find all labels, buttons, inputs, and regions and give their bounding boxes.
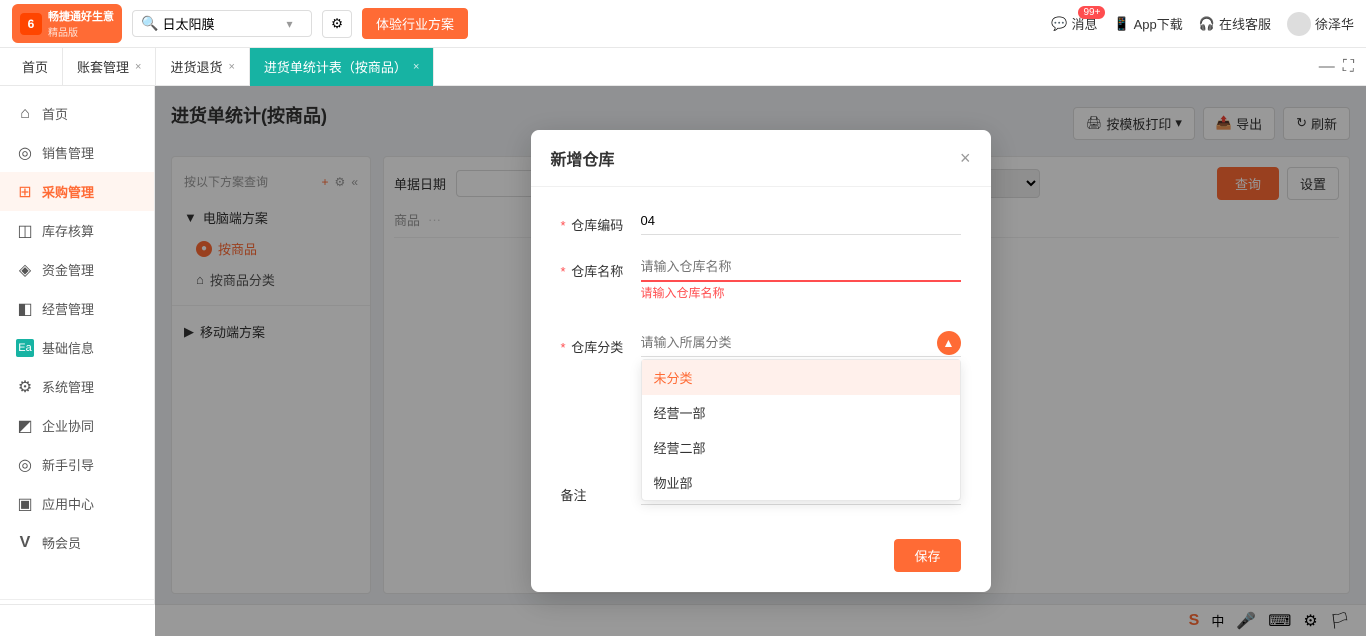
basic-icon: Ea [16,339,34,357]
warehouse-name-input[interactable] [641,253,961,282]
logo-icon: 6 [20,13,42,35]
tabs-controls: — ⛶ [1319,58,1358,76]
app-download-item[interactable]: 📱 App下载 [1113,14,1182,33]
tabs-minimize-btn[interactable]: — [1319,58,1335,76]
category-label: * 仓库分类 [561,329,641,356]
modal-body: * 仓库编码 * 仓库名称 请输入仓库名称 [531,187,991,505]
logo-text: 畅捷通好生意 精品版 [48,8,114,39]
search-box: 🔍 ▾ [132,10,312,37]
tab-home[interactable]: 首页 [8,48,63,86]
category-dropdown-list: 未分类 经营一部 经营二部 物业部 [641,359,961,501]
modal-new-warehouse: 新增仓库 × * 仓库编码 * [531,130,991,592]
sidebar-item-vip[interactable]: V 畅会员 [0,523,154,562]
dropdown-option-dept2[interactable]: 经营二部 [642,430,960,465]
home-icon: ⌂ [16,105,34,123]
top-header: 6 畅捷通好生意 精品版 🔍 ▾ ⚙ 体验行业方案 💬 消息 99+ 📱 App… [0,0,1366,48]
warehouse-code-input[interactable] [641,207,961,235]
sidebar-item-system[interactable]: ⚙ 系统管理 [0,367,154,406]
dropdown-arrow-icon[interactable]: ▾ [286,17,292,31]
sidebar-item-guide[interactable]: ◎ 新手引导 [0,445,154,484]
operations-icon: ◧ [16,300,34,318]
category-select-wrapper: ▲ [641,329,961,357]
logo-area: 6 畅捷通好生意 精品版 [12,4,122,43]
user-menu[interactable]: 徐泽华 [1287,12,1354,36]
header-right: 💬 消息 99+ 📱 App下载 🎧 在线客服 徐泽华 [1051,12,1354,36]
dropdown-option-dept3[interactable]: 物业部 [642,465,960,500]
message-badge: 99+ [1078,6,1105,19]
search-icon: 🔍 [141,15,158,32]
home-tab-label: 首页 [22,57,48,76]
finance-icon: ◈ [16,261,34,279]
dropdown-option-dept1[interactable]: 经营一部 [642,395,960,430]
enterprise-icon: ◩ [16,417,34,435]
modal-footer: 保存 [531,523,991,592]
message-item[interactable]: 💬 消息 99+ [1051,14,1097,33]
purchase-stats-tab-label: 进货单统计表（按商品） [264,57,407,76]
modal-close-btn[interactable]: × [960,148,971,169]
sidebar-item-inventory[interactable]: ◫ 库存核算 [0,211,154,250]
name-label: * 仓库名称 [561,253,641,280]
tabs-expand-btn[interactable]: ⛶ [1343,58,1354,76]
accounts-tab-close[interactable]: × [135,61,141,73]
purchase-return-tab-label: 进货退货 [170,57,222,76]
experience-button[interactable]: 体验行业方案 [362,8,468,39]
sidebar: ⌂ 首页 ◎ 销售管理 ⊞ 采购管理 ◫ 库存核算 ◈ 资金管理 ◧ 经营管理 [0,86,155,636]
search-input[interactable] [162,16,282,31]
tab-accounts[interactable]: 账套管理 × [63,48,156,86]
sales-icon: ◎ [16,144,34,162]
headset-icon: 🎧 [1199,16,1215,32]
modal-header: 新增仓库 × [531,130,991,187]
sidebar-item-finance[interactable]: ◈ 资金管理 [0,250,154,289]
online-service-item[interactable]: 🎧 在线客服 [1199,14,1271,33]
form-row-category: * 仓库分类 ▲ 未分类 经营一部 经营二部 物业部 [561,329,961,357]
code-label: * 仓库编码 [561,207,641,234]
purchase-stats-tab-close[interactable]: × [413,61,419,73]
save-button[interactable]: 保存 [894,539,960,572]
sidebar-item-home[interactable]: ⌂ 首页 [0,94,154,133]
guide-icon: ◎ [16,456,34,474]
inventory-icon: ◫ [16,222,34,240]
gear-button[interactable]: ⚙ [322,10,352,38]
form-row-code: * 仓库编码 [561,207,961,235]
sidebar-item-appcenter[interactable]: ▣ 应用中心 [0,484,154,523]
sidebar-item-operations[interactable]: ◧ 经营管理 [0,289,154,328]
sidebar-scroll: ⌂ 首页 ◎ 销售管理 ⊞ 采购管理 ◫ 库存核算 ◈ 资金管理 ◧ 经营管理 [0,94,154,599]
notes-label: 备注 [561,477,641,504]
vip-icon: V [16,534,34,552]
tab-purchase-stats[interactable]: 进货单统计表（按商品） × [250,48,434,86]
purchase-return-tab-close[interactable]: × [228,61,234,73]
modal-overlay: 新增仓库 × * 仓库编码 * [155,86,1366,636]
accounts-tab-label: 账套管理 [77,57,129,76]
system-icon: ⚙ [16,378,34,396]
category-dropdown-arrow[interactable]: ▲ [937,331,961,355]
app-icon: 📱 [1113,16,1129,32]
user-avatar [1287,12,1311,36]
message-icon: 💬 [1051,16,1067,32]
sidebar-item-basic[interactable]: Ea 基础信息 [0,328,154,367]
sidebar-item-sales[interactable]: ◎ 销售管理 [0,133,154,172]
sidebar-item-enterprise[interactable]: ◩ 企业协同 [0,406,154,445]
warehouse-category-input[interactable] [641,329,961,357]
purchase-icon: ⊞ [16,183,34,201]
tabs-bar: 首页 账套管理 × 进货退货 × 进货单统计表（按商品） × — ⛶ [0,48,1366,86]
appcenter-icon: ▣ [16,495,34,513]
sidebar-item-purchase[interactable]: ⊞ 采购管理 [0,172,154,211]
tab-purchase-return[interactable]: 进货退货 × [156,48,249,86]
form-row-name: * 仓库名称 请输入仓库名称 [561,253,961,301]
main-layout: ⌂ 首页 ◎ 销售管理 ⊞ 采购管理 ◫ 库存核算 ◈ 资金管理 ◧ 经营管理 [0,86,1366,636]
name-input-wrapper: 请输入仓库名称 [641,253,961,301]
dropdown-option-uncategorized[interactable]: 未分类 [642,360,960,395]
modal-title: 新增仓库 [551,146,615,170]
content-area: 进货单统计(按商品) 🖨 按模板打印 ▾ 📤 导出 ↻ 刷新 [155,86,1366,636]
name-error-msg: 请输入仓库名称 [641,284,961,301]
